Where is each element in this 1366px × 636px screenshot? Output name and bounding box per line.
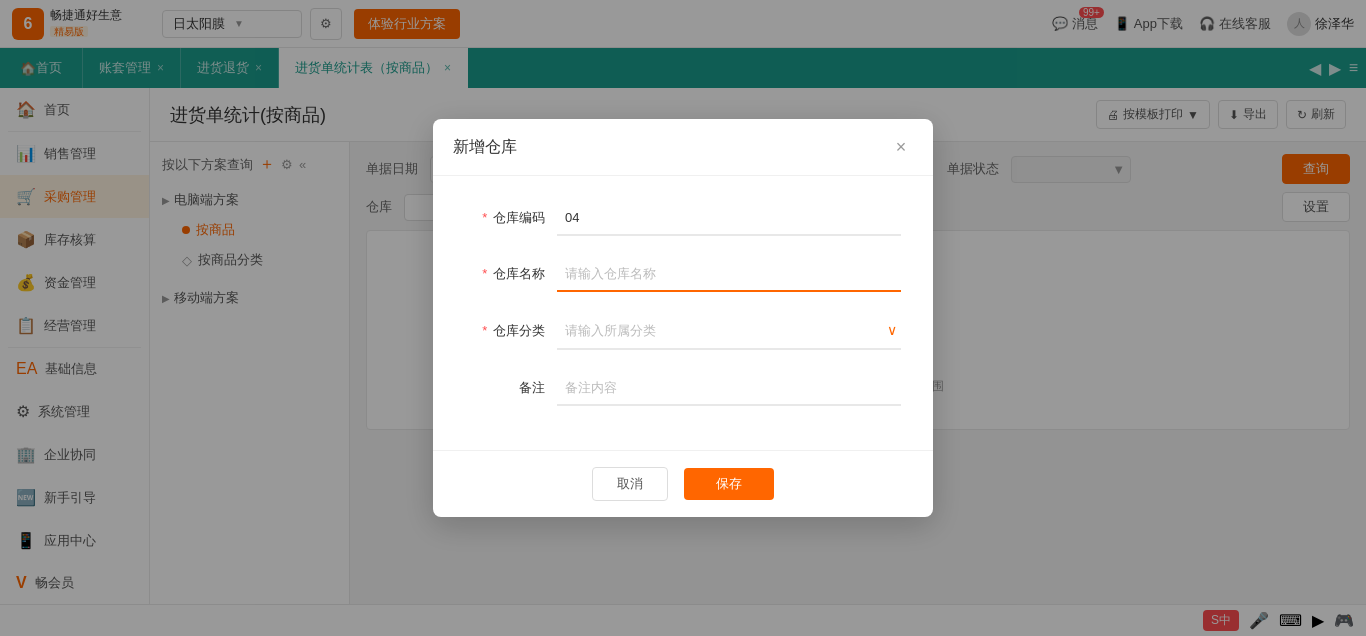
warehouse-code-row: * 仓库编码 [465, 200, 901, 236]
modal-title: 新增仓库 [453, 137, 517, 158]
modal-body: * 仓库编码 * 仓库名称 * 仓库分类 [433, 176, 933, 450]
warehouse-code-input[interactable] [557, 200, 901, 236]
category-select-wrapper: 请输入所属分类 ∨ [557, 312, 901, 350]
warehouse-remark-row: 备注 [465, 370, 901, 406]
modal-header: 新增仓库 × [433, 119, 933, 176]
save-button[interactable]: 保存 [684, 468, 774, 500]
cancel-button[interactable]: 取消 [592, 467, 668, 501]
warehouse-category-row: * 仓库分类 请输入所属分类 ∨ [465, 312, 901, 350]
add-warehouse-modal: 新增仓库 × * 仓库编码 * 仓库名称 [433, 119, 933, 517]
warehouse-code-label: * 仓库编码 [465, 209, 545, 227]
warehouse-name-input[interactable] [557, 256, 901, 292]
modal-overlay: 新增仓库 × * 仓库编码 * 仓库名称 [0, 0, 1366, 636]
warehouse-category-select[interactable]: 请输入所属分类 [557, 312, 887, 348]
modal-footer: 取消 保存 [433, 450, 933, 517]
modal-close-button[interactable]: × [889, 135, 913, 159]
warehouse-name-row: * 仓库名称 [465, 256, 901, 292]
warehouse-category-label: * 仓库分类 [465, 322, 545, 340]
warehouse-remark-label: 备注 [465, 379, 545, 397]
warehouse-remark-input[interactable] [557, 370, 901, 406]
warehouse-name-label: * 仓库名称 [465, 265, 545, 283]
select-arrow-icon: ∨ [887, 322, 897, 338]
